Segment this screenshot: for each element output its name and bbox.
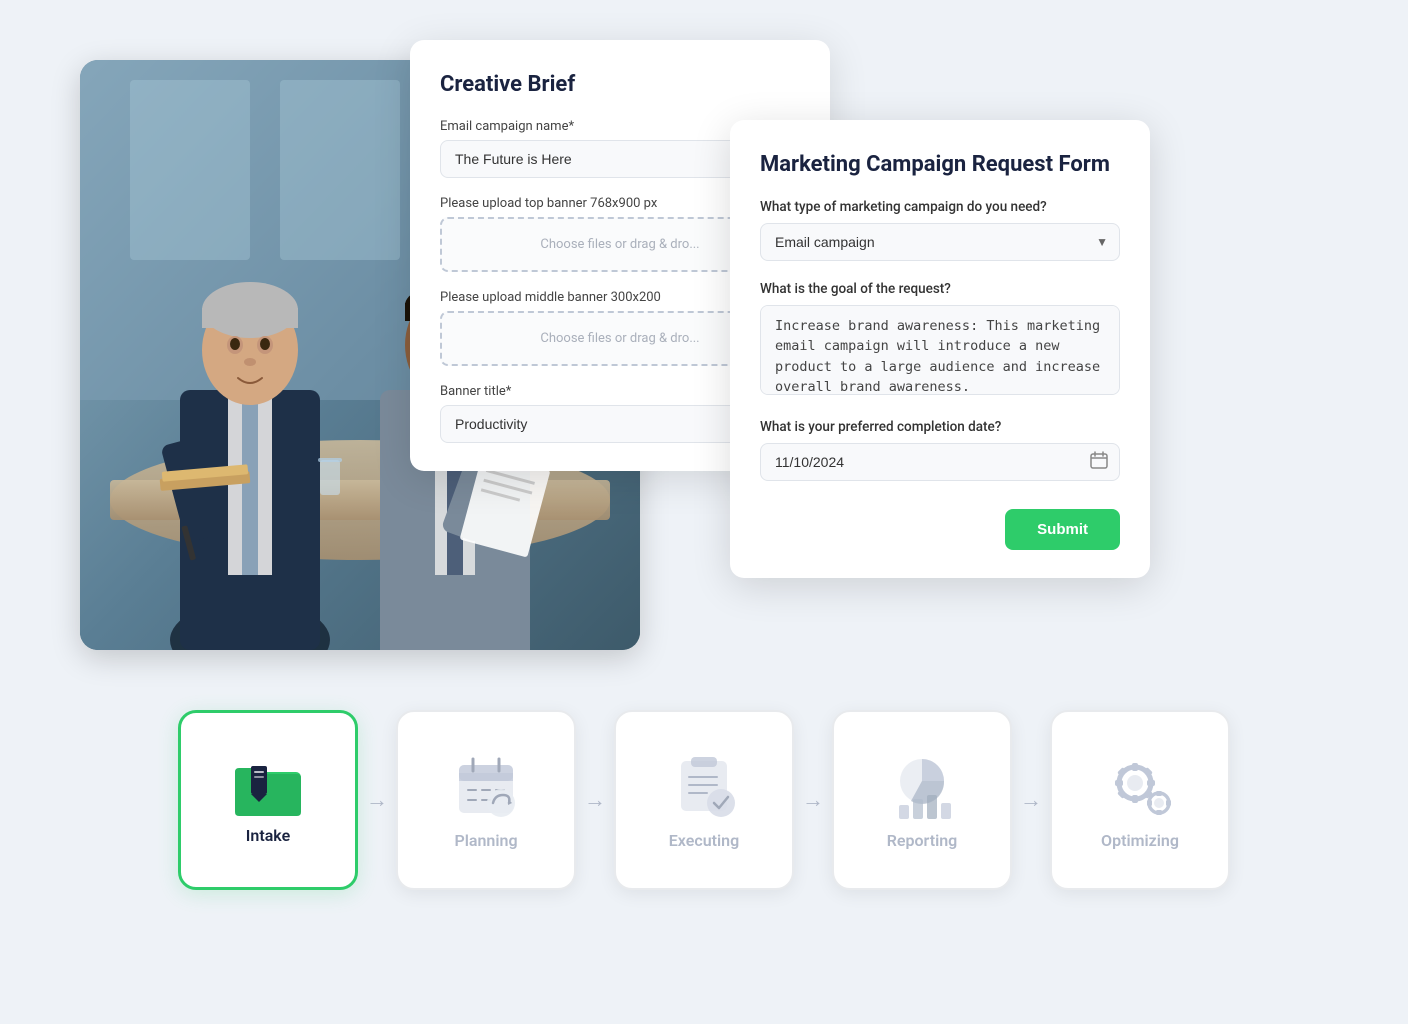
marketing-form-title: Marketing Campaign Request Form <box>760 152 1120 177</box>
arrow-1: → <box>366 787 388 813</box>
completion-date-question: What is your preferred completion date? <box>760 419 1120 435</box>
campaign-type-select[interactable]: Email campaign Social media campaign Dis… <box>760 223 1120 261</box>
workflow-step-reporting[interactable]: Reporting <box>832 710 1012 890</box>
workflow-step-planning[interactable]: Planning <box>396 710 576 890</box>
planning-label: Planning <box>454 831 517 850</box>
campaign-type-select-wrapper: Email campaign Social media campaign Dis… <box>760 223 1120 261</box>
top-section: Creative Brief Email campaign name* Plea… <box>80 40 1328 660</box>
top-banner-placeholder: Choose files or drag & dro... <box>540 237 699 252</box>
reporting-label: Reporting <box>887 831 958 850</box>
reporting-icon <box>887 751 957 821</box>
workflow-section: Intake → <box>80 710 1328 890</box>
planning-icon <box>451 751 521 821</box>
marketing-form-card: Marketing Campaign Request Form What typ… <box>730 120 1150 578</box>
submit-button[interactable]: Submit <box>1005 509 1120 550</box>
goal-textarea[interactable]: Increase brand awareness: This marketing… <box>760 305 1120 395</box>
workflow-step-optimizing[interactable]: Optimizing <box>1050 710 1230 890</box>
campaign-type-group: What type of marketing campaign do you n… <box>760 199 1120 261</box>
arrow-4: → <box>1020 787 1042 813</box>
goal-question: What is the goal of the request? <box>760 281 1120 297</box>
goal-group: What is the goal of the request? Increas… <box>760 281 1120 399</box>
middle-banner-placeholder: Choose files or drag & dro... <box>540 331 699 346</box>
optimizing-icon <box>1105 751 1175 821</box>
intake-icon <box>233 756 303 816</box>
submit-section: Submit <box>760 501 1120 550</box>
executing-icon <box>669 751 739 821</box>
completion-date-group: What is your preferred completion date? <box>760 419 1120 481</box>
creative-brief-title: Creative Brief <box>440 72 800 97</box>
arrow-3: → <box>802 787 824 813</box>
campaign-type-question: What type of marketing campaign do you n… <box>760 199 1120 215</box>
workflow-step-intake[interactable]: Intake <box>178 710 358 890</box>
intake-label: Intake <box>246 826 290 845</box>
completion-date-input[interactable] <box>760 443 1120 481</box>
workflow-step-executing[interactable]: Executing <box>614 710 794 890</box>
executing-label: Executing <box>669 831 739 850</box>
arrow-2: → <box>584 787 606 813</box>
optimizing-label: Optimizing <box>1101 831 1179 850</box>
page-container: Creative Brief Email campaign name* Plea… <box>0 0 1408 1024</box>
date-wrapper <box>760 443 1120 481</box>
